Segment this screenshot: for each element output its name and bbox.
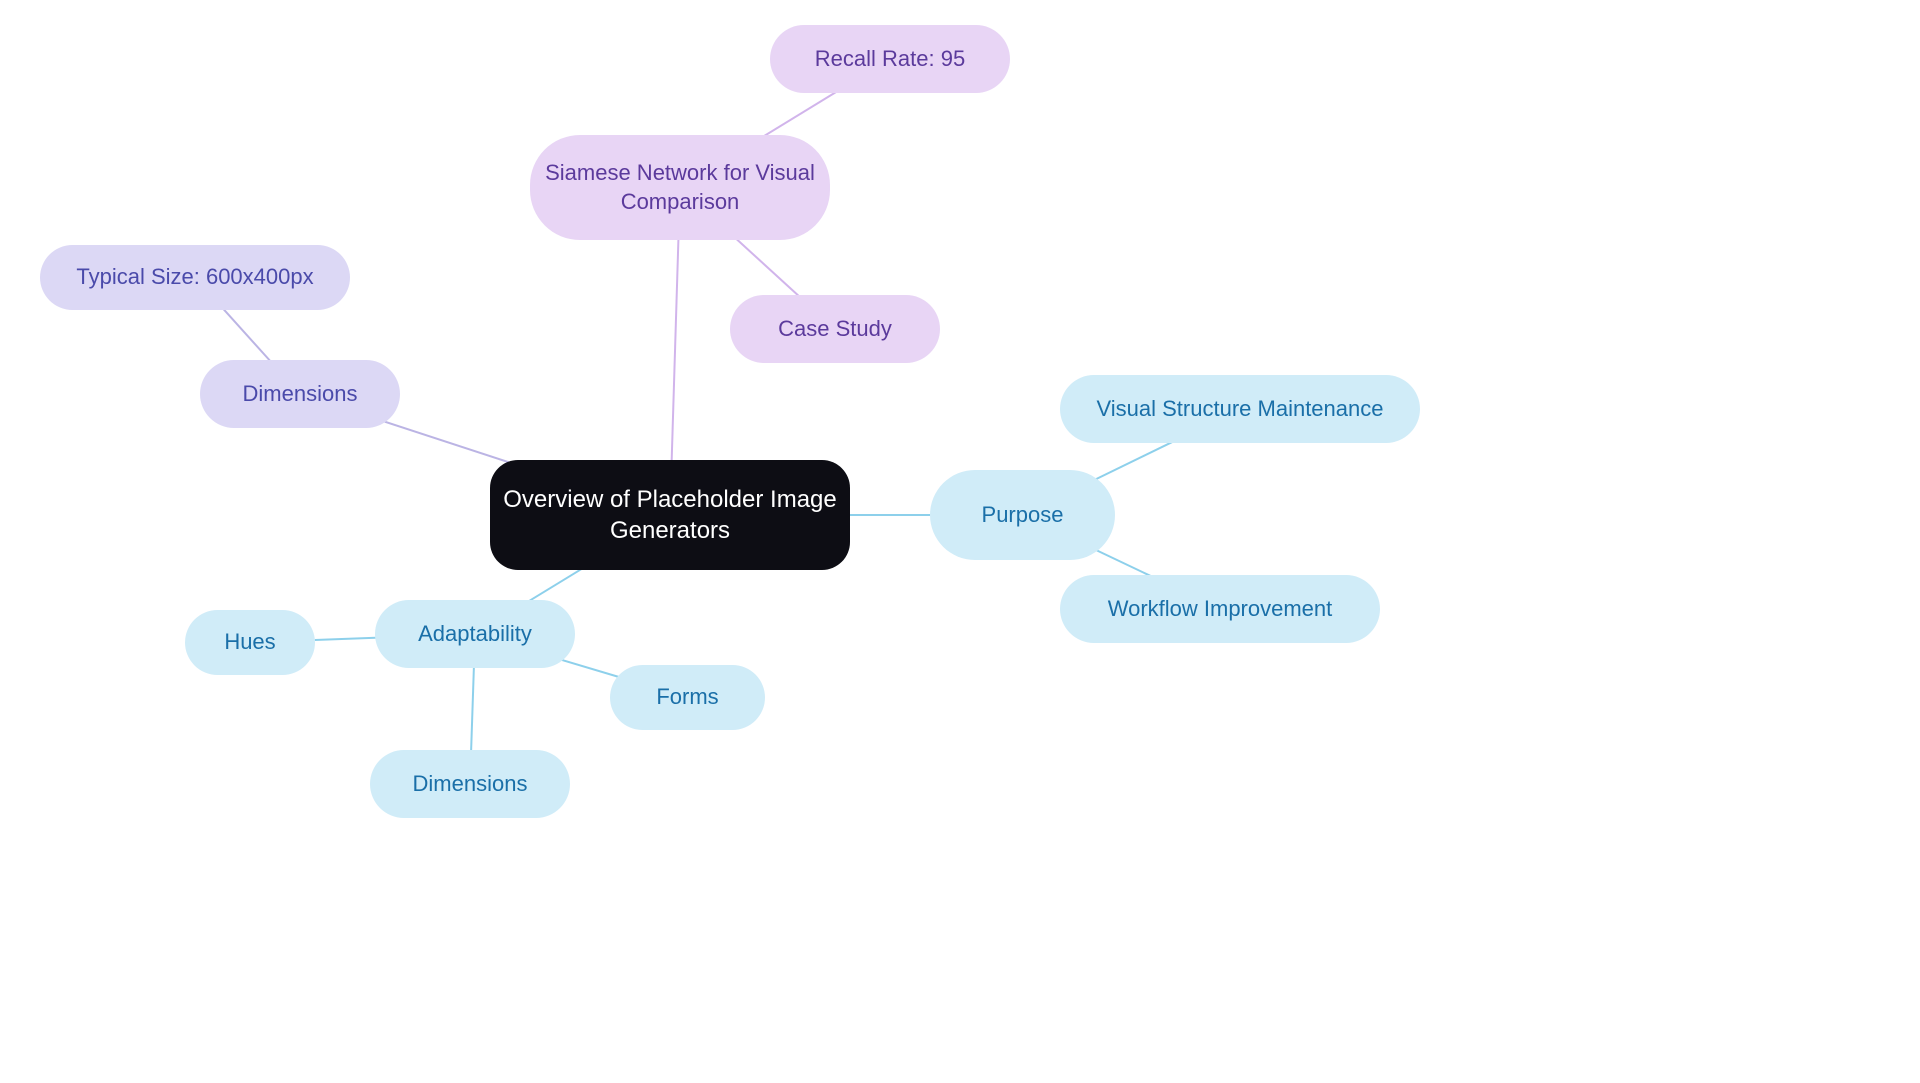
dimensions-bottom-label: Dimensions	[403, 770, 538, 799]
forms-label: Forms	[646, 683, 728, 712]
recall-rate-label: Recall Rate: 95	[805, 45, 975, 74]
case-study-label: Case Study	[768, 315, 902, 344]
siamese-node: Siamese Network for Visual Comparison	[530, 135, 830, 240]
workflow-node: Workflow Improvement	[1060, 575, 1380, 643]
workflow-label: Workflow Improvement	[1098, 595, 1343, 624]
dimensions-bottom-node: Dimensions	[370, 750, 570, 818]
hues-label: Hues	[214, 628, 285, 657]
typical-size-node: Typical Size: 600x400px	[40, 245, 350, 310]
visual-structure-label: Visual Structure Maintenance	[1087, 395, 1394, 424]
center-node: Overview of Placeholder Image Generators	[490, 460, 850, 570]
case-study-node: Case Study	[730, 295, 940, 363]
adaptability-label: Adaptability	[408, 620, 542, 649]
forms-node: Forms	[610, 665, 765, 730]
dimensions-top-label: Dimensions	[233, 380, 368, 409]
siamese-label: Siamese Network for Visual Comparison	[530, 159, 830, 216]
center-label: Overview of Placeholder Image Generators	[490, 484, 850, 546]
dimensions-top-node: Dimensions	[200, 360, 400, 428]
recall-rate-node: Recall Rate: 95	[770, 25, 1010, 93]
purpose-node: Purpose	[930, 470, 1115, 560]
typical-size-label: Typical Size: 600x400px	[66, 263, 323, 292]
purpose-label: Purpose	[972, 501, 1074, 530]
visual-structure-node: Visual Structure Maintenance	[1060, 375, 1420, 443]
hues-node: Hues	[185, 610, 315, 675]
adaptability-node: Adaptability	[375, 600, 575, 668]
